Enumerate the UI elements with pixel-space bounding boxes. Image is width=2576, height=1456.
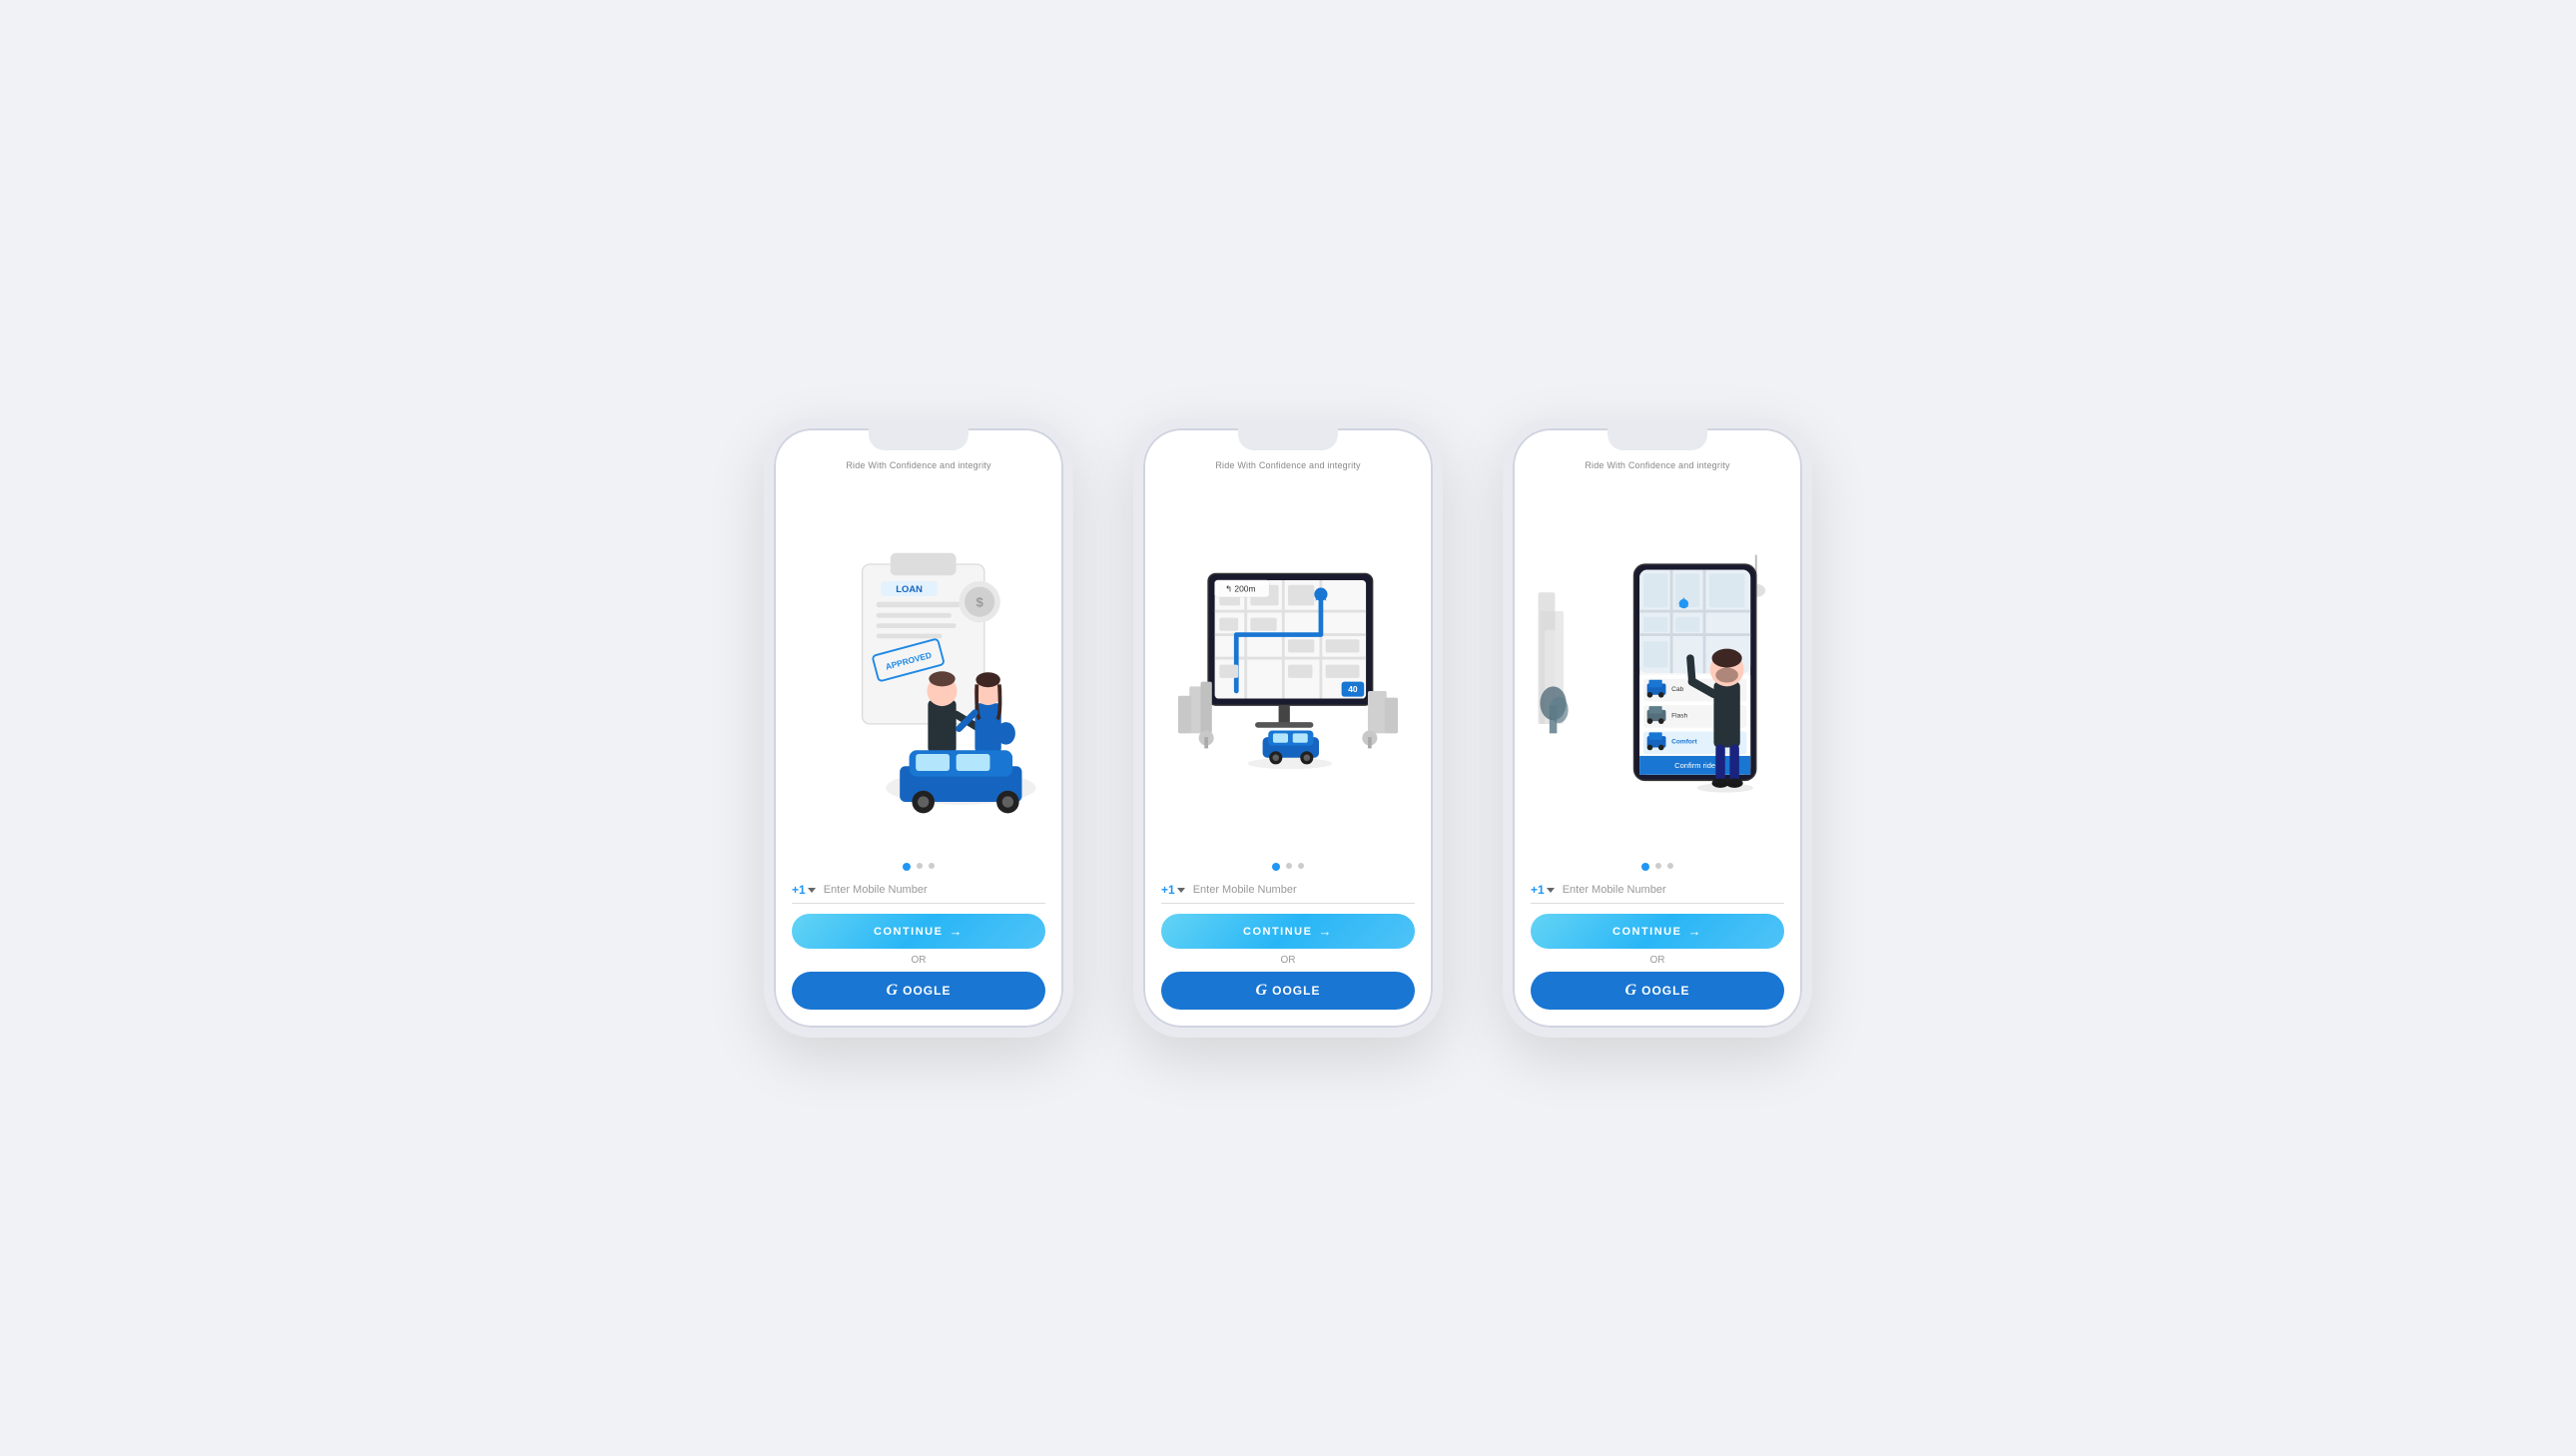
phone-1: Ride With Confidence and integrity (764, 418, 1073, 1038)
svg-text:Comfort: Comfort (1671, 739, 1697, 746)
phone-2-google-button[interactable]: G OOGLE (1161, 972, 1415, 1010)
page-wrapper: Ride With Confidence and integrity (724, 378, 1852, 1078)
phone-1-google-icon: G (887, 982, 900, 1000)
phone-3-country-code: +1 (1531, 883, 1545, 897)
phone-2-google-icon: G (1256, 982, 1269, 1000)
phone-2-google-label: OOGLE (1272, 984, 1320, 998)
phone-1-dots (792, 863, 1045, 871)
dot-1-inactive-1 (917, 863, 923, 869)
phone-1-mobile-input-row[interactable]: +1 Enter Mobile Number (792, 877, 1045, 904)
dot-3-inactive-1 (1655, 863, 1661, 869)
svg-text:↰ 200m: ↰ 200m (1225, 583, 1256, 593)
phone-3-wrapper: Ride With Confidence and integrity (1503, 418, 1812, 1038)
svg-text:Cab: Cab (1671, 686, 1683, 693)
navigation-map-svg: ↰ 200m 40 (1161, 478, 1415, 857)
phone-1-or-text: OR (792, 955, 1045, 966)
phone-3-dots (1531, 863, 1784, 871)
svg-text:40: 40 (1348, 684, 1358, 694)
dot-3-active (1641, 863, 1649, 871)
phone-2-screen: Ride With Confidence and integrity (1143, 450, 1433, 1028)
phone-1-google-label: OOGLE (903, 984, 951, 998)
phone-2-notch (1238, 428, 1338, 450)
svg-text:$: $ (975, 594, 983, 609)
dot-1-active (903, 863, 911, 871)
dot-3-inactive-2 (1667, 863, 1673, 869)
svg-text:Confirm ride: Confirm ride (1674, 761, 1715, 770)
phone-3-continue-button[interactable]: CONTINUE → (1531, 914, 1784, 949)
svg-text:LOAN: LOAN (896, 583, 923, 594)
phone-1-continue-label: CONTINUE (874, 926, 943, 938)
svg-text:Flash: Flash (1671, 712, 1687, 719)
phone-3-google-button[interactable]: G OOGLE (1531, 972, 1784, 1010)
phone-2-illustration: ↰ 200m 40 (1161, 478, 1415, 857)
phone-3-screen: Ride With Confidence and integrity (1513, 450, 1802, 1028)
phone-1-illustration: LOAN APPROVED $ (792, 478, 1045, 857)
phone-3-google-label: OOGLE (1641, 984, 1689, 998)
phone-3-notch (1608, 428, 1707, 450)
phone-3-continue-label: CONTINUE (1612, 926, 1681, 938)
dot-2-inactive-2 (1298, 863, 1304, 869)
phone-3-illustration: Cab $4 Flash $3 (1531, 478, 1784, 857)
phone-1-continue-button[interactable]: CONTINUE → (792, 914, 1045, 949)
phone-2-continue-arrow: → (1318, 924, 1333, 939)
phone-2-tagline: Ride With Confidence and integrity (1161, 460, 1415, 470)
phone-2-dropdown-arrow[interactable] (1177, 888, 1185, 893)
phone-2-dots (1161, 863, 1415, 871)
phone-3-google-icon: G (1625, 982, 1638, 1000)
phone-1-wrapper: Ride With Confidence and integrity (764, 418, 1073, 1038)
phone-2-country-code: +1 (1161, 883, 1175, 897)
phone-2-wrapper: Ride With Confidence and integrity (1133, 418, 1443, 1038)
dot-1-inactive-2 (929, 863, 935, 869)
phone-1-notch (869, 428, 968, 450)
loan-approval-svg: LOAN APPROVED $ (792, 478, 1045, 857)
phone-3-tagline: Ride With Confidence and integrity (1531, 460, 1784, 470)
phone-1-country-code: +1 (792, 883, 806, 897)
phone-3-dropdown-arrow[interactable] (1547, 888, 1555, 893)
phone-1-google-button[interactable]: G OOGLE (792, 972, 1045, 1010)
dot-2-active (1272, 863, 1280, 871)
phone-2-mobile-input-row[interactable]: +1 Enter Mobile Number (1161, 877, 1415, 904)
phone-1-continue-arrow: → (949, 924, 964, 939)
phone-2-mobile-placeholder[interactable]: Enter Mobile Number (1193, 884, 1415, 896)
phone-3-or-text: OR (1531, 955, 1784, 966)
phone-1-dropdown-arrow[interactable] (808, 888, 816, 893)
phone-3-mobile-placeholder[interactable]: Enter Mobile Number (1563, 884, 1784, 896)
phone-2-or-text: OR (1161, 955, 1415, 966)
phone-3: Ride With Confidence and integrity (1503, 418, 1812, 1038)
phone-1-tagline: Ride With Confidence and integrity (792, 460, 1045, 470)
dot-2-inactive-1 (1286, 863, 1292, 869)
ride-booking-svg: Cab $4 Flash $3 (1531, 478, 1784, 857)
phone-2-continue-button[interactable]: CONTINUE → (1161, 914, 1415, 949)
phone-1-screen: Ride With Confidence and integrity (774, 450, 1063, 1028)
phone-2: Ride With Confidence and integrity (1133, 418, 1443, 1038)
phone-1-mobile-placeholder[interactable]: Enter Mobile Number (824, 884, 1045, 896)
phone-3-continue-arrow: → (1687, 924, 1702, 939)
phone-2-continue-label: CONTINUE (1243, 926, 1312, 938)
phone-3-mobile-input-row[interactable]: +1 Enter Mobile Number (1531, 877, 1784, 904)
